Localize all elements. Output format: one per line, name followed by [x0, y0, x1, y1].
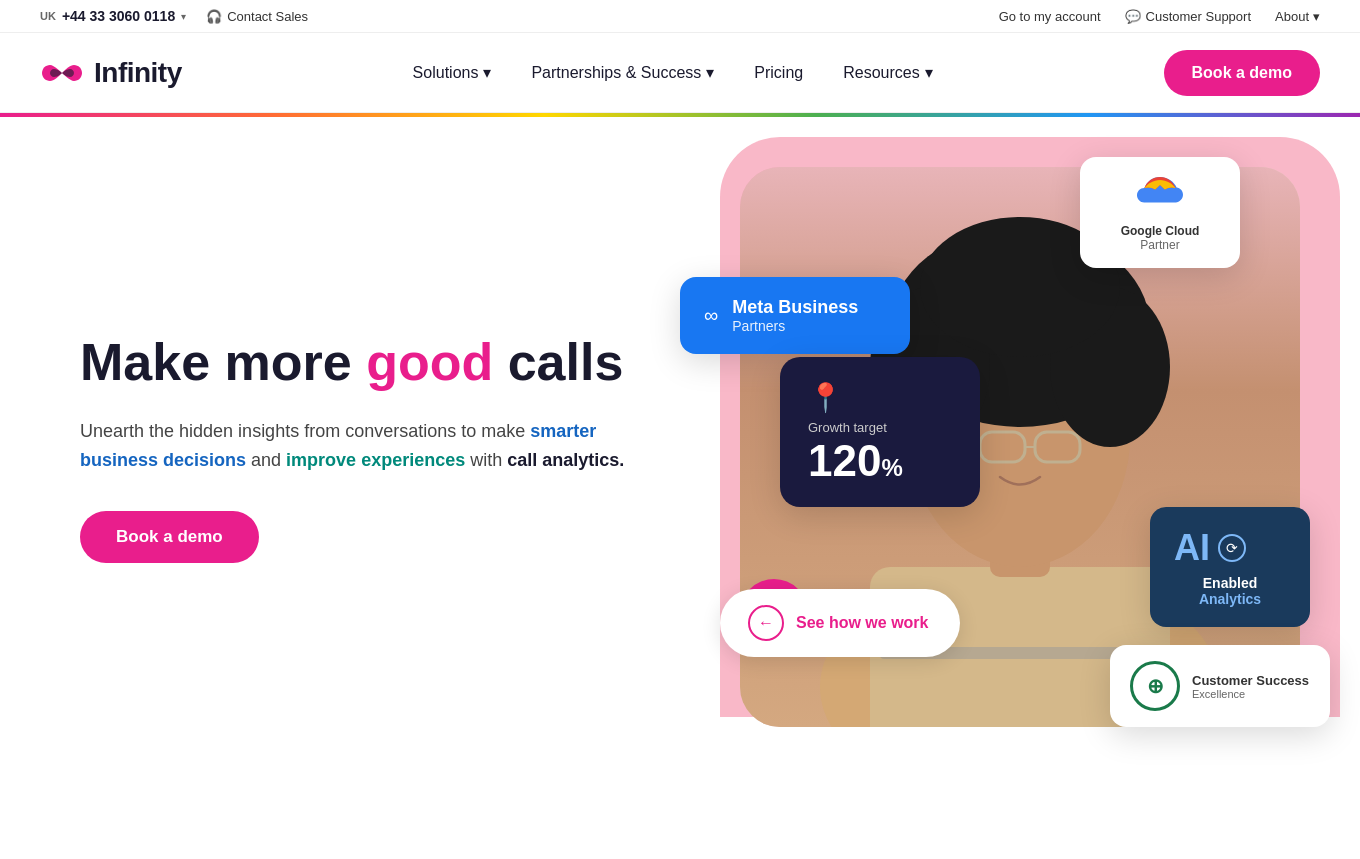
customer-success-sub: Excellence — [1192, 688, 1309, 700]
contact-sales-label: Contact Sales — [227, 9, 308, 24]
ai-analytics-card: AI ⟳ Enabled Analytics — [1150, 507, 1310, 627]
hero-title-pre: Make more — [80, 333, 366, 391]
phone-chevron-icon: ▾ — [181, 11, 186, 22]
solutions-label: Solutions — [413, 64, 479, 82]
partnerships-nav-item[interactable]: Partnerships & Success ▾ — [515, 55, 730, 90]
main-nav: Infinity Solutions ▾ Partnerships & Succ… — [0, 33, 1360, 113]
customer-support-link[interactable]: 💬 Customer Support — [1125, 9, 1252, 24]
customer-success-title: Customer Success — [1192, 673, 1309, 688]
pricing-label: Pricing — [754, 64, 803, 82]
google-cloud-icon — [1100, 173, 1220, 218]
resources-label: Resources — [843, 64, 919, 82]
ai-analytics-label: Analytics — [1174, 591, 1286, 607]
see-how-arrow-icon: ← — [748, 605, 784, 641]
growth-target-card: 📍 Growth target 120% — [780, 357, 980, 507]
nav-center: Solutions ▾ Partnerships & Success ▾ Pri… — [397, 55, 949, 90]
meta-card-sub: Partners — [732, 318, 858, 334]
meta-card-title: Meta Business — [732, 297, 858, 318]
hero-cta: Book a demo — [80, 511, 640, 563]
book-demo-nav-button[interactable]: Book a demo — [1164, 50, 1320, 96]
customer-support-label: Customer Support — [1146, 9, 1252, 24]
logo-text: Infinity — [94, 57, 182, 89]
customer-success-card: ⊕ Customer Success Excellence — [1110, 645, 1330, 727]
hero-title: Make more good calls — [80, 331, 640, 393]
headset-icon: 🎧 — [206, 9, 222, 24]
infinity-logo-icon — [40, 51, 84, 95]
hero-description: Unearth the hidden insights from convers… — [80, 417, 640, 475]
nav-left: Infinity — [40, 51, 182, 95]
meta-icon: ∞ — [704, 304, 718, 327]
hero-section: Make more good calls Unearth the hidden … — [0, 117, 1360, 777]
customer-success-icon: ⊕ — [1130, 661, 1180, 711]
ai-title: AI — [1174, 527, 1210, 569]
pricing-nav-item[interactable]: Pricing — [738, 56, 819, 90]
about-link[interactable]: About ▾ — [1275, 9, 1320, 24]
google-cloud-sub: Partner — [1100, 238, 1220, 252]
top-bar-right: Go to my account 💬 Customer Support Abou… — [999, 9, 1320, 24]
book-demo-hero-button[interactable]: Book a demo — [80, 511, 259, 563]
partnerships-label: Partnerships & Success — [531, 64, 701, 82]
go-to-account-link[interactable]: Go to my account — [999, 9, 1101, 24]
google-cloud-card: Google Cloud Partner — [1080, 157, 1240, 268]
hero-right: Google Cloud Partner ∞ Meta Business Par… — [640, 157, 1320, 737]
resources-chevron-icon: ▾ — [925, 63, 933, 82]
see-how-work-card[interactable]: ← See how we work — [720, 589, 960, 657]
hero-title-post: calls — [493, 333, 623, 391]
hero-desc-pre: Unearth the hidden insights from convers… — [80, 421, 530, 441]
ai-enabled-label: Enabled — [1174, 575, 1286, 591]
phone-number: +44 33 3060 0118 — [62, 8, 175, 24]
ai-badge-icon: ⟳ — [1218, 534, 1246, 562]
logo[interactable]: Infinity — [40, 51, 182, 95]
nav-right: Book a demo — [1164, 50, 1320, 96]
see-how-label: See how we work — [796, 614, 928, 632]
hero-desc-post: with — [465, 450, 507, 470]
hero-desc-bold: call analytics. — [507, 450, 624, 470]
about-chevron-icon: ▾ — [1313, 9, 1320, 24]
phone-region[interactable]: UK +44 33 3060 0118 ▾ — [40, 8, 186, 24]
growth-number: 120 — [808, 439, 881, 483]
growth-label: Growth target — [808, 420, 952, 435]
resources-nav-item[interactable]: Resources ▾ — [827, 55, 948, 90]
support-icon: 💬 — [1125, 9, 1141, 24]
hero-desc-highlight2: improve experiences — [286, 450, 465, 470]
top-bar: UK +44 33 3060 0118 ▾ 🎧 Contact Sales Go… — [0, 0, 1360, 33]
about-label: About — [1275, 9, 1309, 24]
meta-business-card: ∞ Meta Business Partners — [680, 277, 910, 354]
top-bar-left: UK +44 33 3060 0118 ▾ 🎧 Contact Sales — [40, 8, 308, 24]
region-label: UK — [40, 10, 56, 22]
solutions-chevron-icon: ▾ — [483, 63, 491, 82]
growth-percent: % — [881, 454, 902, 482]
partnerships-chevron-icon: ▾ — [706, 63, 714, 82]
hero-desc-mid: and — [246, 450, 286, 470]
solutions-nav-item[interactable]: Solutions ▾ — [397, 55, 508, 90]
hero-title-highlight: good — [366, 333, 493, 391]
growth-icon: 📍 — [808, 381, 952, 414]
hero-left: Make more good calls Unearth the hidden … — [80, 331, 640, 563]
google-cloud-title: Google Cloud — [1100, 224, 1220, 238]
contact-sales-link[interactable]: 🎧 Contact Sales — [206, 9, 308, 24]
